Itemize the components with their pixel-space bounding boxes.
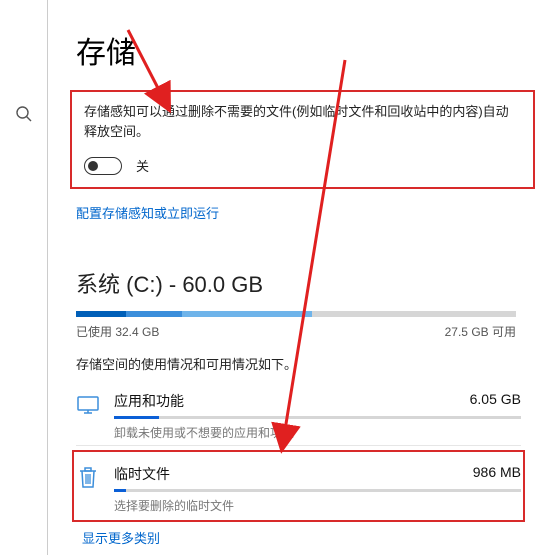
category-label: 临时文件 <box>114 464 170 484</box>
toggle-state-label: 关 <box>136 156 149 175</box>
category-temp-files[interactable]: 临时文件 986 MB 选择要删除的临时文件 <box>76 454 521 518</box>
storage-sense-toggle[interactable] <box>84 157 122 175</box>
drive-usage-bar <box>76 311 516 317</box>
system-drive-section: 系统 (C:) - 60.0 GB 已使用 32.4 GB 27.5 GB 可用… <box>76 267 535 548</box>
apps-icon <box>76 393 100 417</box>
search-icon[interactable] <box>10 100 38 128</box>
storage-sense-box: 存储感知可以通过删除不需要的文件(例如临时文件和回收站中的内容)自动释放空间。 … <box>70 90 535 189</box>
category-bar <box>114 489 521 492</box>
usage-description: 存储空间的使用情况和可用情况如下。 <box>76 354 535 373</box>
main-panel: 存储 存储感知可以通过删除不需要的文件(例如临时文件和回收站中的内容)自动释放空… <box>70 0 535 548</box>
storage-sense-toggle-row: 关 <box>84 156 521 175</box>
free-label: 27.5 GB 可用 <box>445 323 516 340</box>
configure-storage-sense-link[interactable]: 配置存储感知或立即运行 <box>76 203 219 222</box>
storage-sense-description: 存储感知可以通过删除不需要的文件(例如临时文件和回收站中的内容)自动释放空间。 <box>84 102 521 142</box>
drive-usage-labels: 已使用 32.4 GB 27.5 GB 可用 <box>76 323 516 340</box>
category-bar <box>114 416 521 419</box>
category-size: 6.05 GB <box>470 391 521 411</box>
category-subtext: 卸载未使用或不想要的应用和功能 <box>114 424 521 441</box>
trash-icon <box>76 466 100 490</box>
toggle-knob <box>88 161 98 171</box>
used-label: 已使用 32.4 GB <box>76 323 159 340</box>
category-size: 986 MB <box>473 464 521 484</box>
show-more-categories-link[interactable]: 显示更多类别 <box>82 528 160 547</box>
page-title: 存储 <box>76 28 535 72</box>
category-apps[interactable]: 应用和功能 6.05 GB 卸载未使用或不想要的应用和功能 <box>76 381 521 446</box>
left-sidebar <box>0 0 48 555</box>
system-drive-heading: 系统 (C:) - 60.0 GB <box>76 267 535 299</box>
category-label: 应用和功能 <box>114 391 184 411</box>
category-subtext: 选择要删除的临时文件 <box>114 497 521 514</box>
